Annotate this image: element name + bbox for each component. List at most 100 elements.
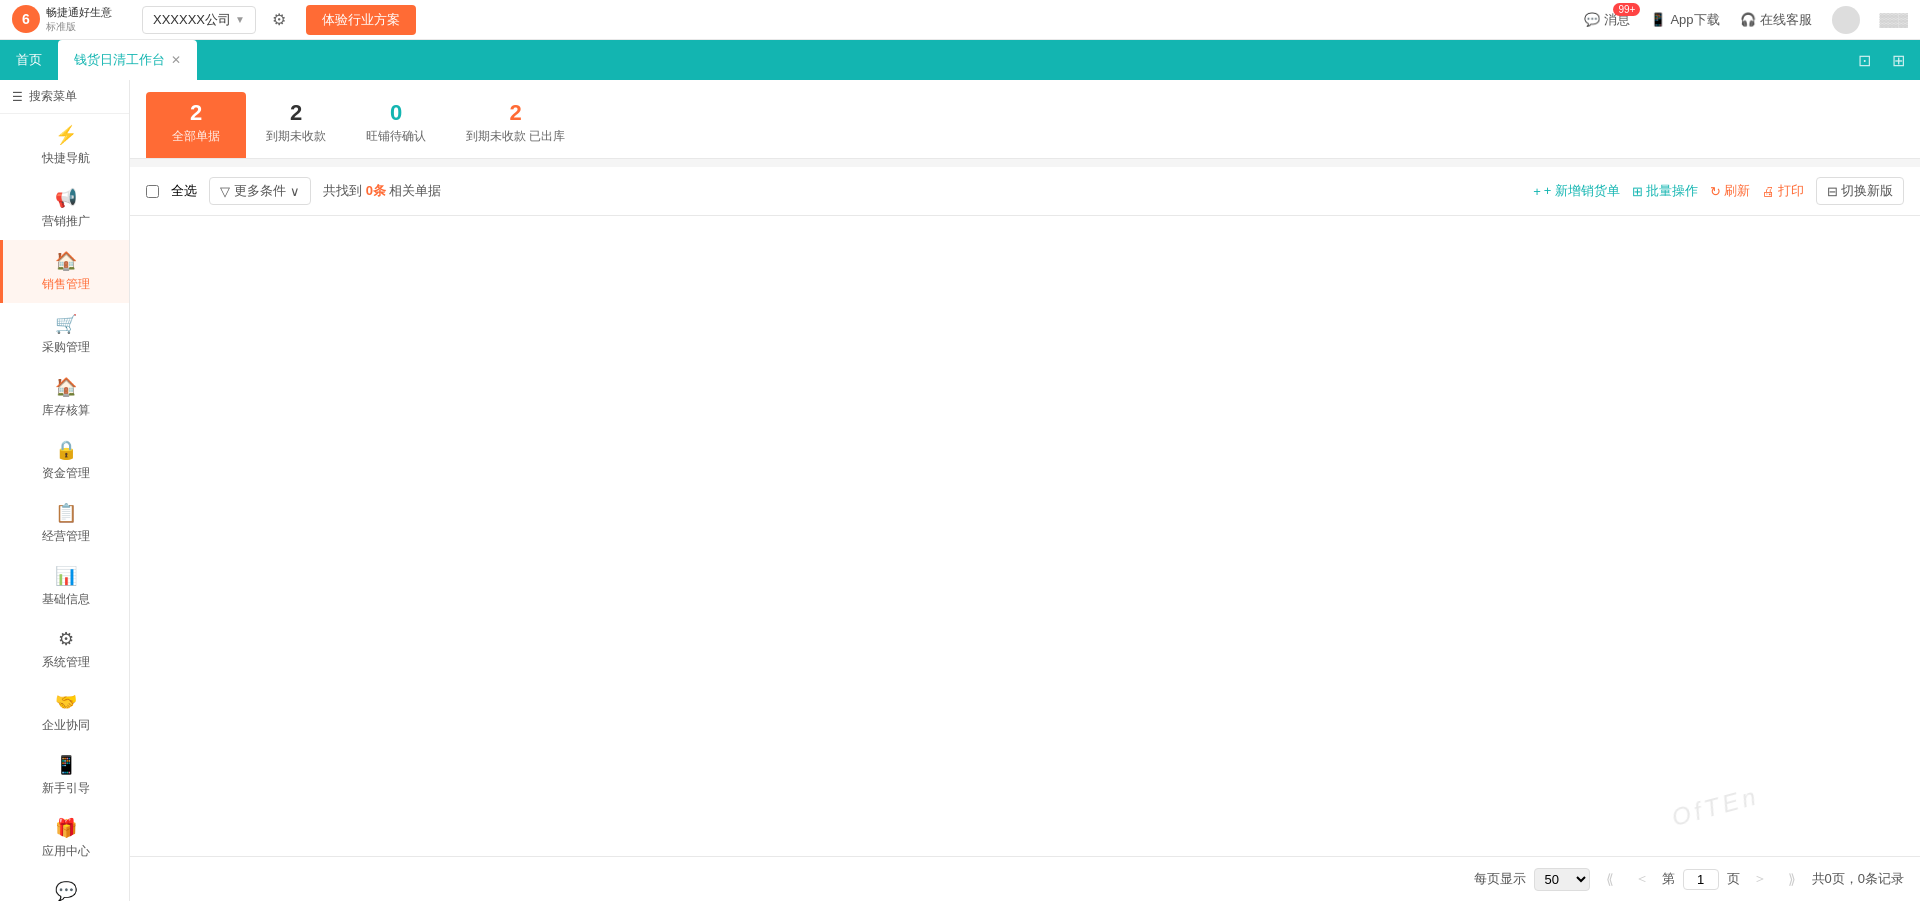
page-number-input[interactable]: [1683, 869, 1719, 890]
tab-bar: 首页 钱货日清工作台 ✕ ⊡ ⊞: [0, 40, 1920, 80]
per-page-select[interactable]: 50 20 100: [1534, 868, 1590, 891]
batch-icon: ⊞: [1632, 184, 1643, 199]
stat-tab-outstock[interactable]: 2 到期未收款 已出库: [446, 92, 585, 158]
sidebar-item-operation[interactable]: 📋 经营管理: [0, 492, 129, 555]
add-sales-order-btn[interactable]: + + 新增销货单: [1533, 182, 1620, 200]
print-icon: 🖨: [1762, 184, 1775, 199]
last-page-btn[interactable]: ⟫: [1780, 867, 1804, 891]
tab-home[interactable]: 首页: [0, 40, 58, 80]
stat-num-outstock: 2: [510, 100, 522, 126]
print-label: 打印: [1778, 182, 1804, 200]
stat-label-outstock: 到期未收款 已出库: [466, 128, 565, 145]
sidebar-item-inventory[interactable]: 🏠 库存核算: [0, 366, 129, 429]
filter-icon: ▽: [220, 184, 230, 199]
sidebar-quick-nav-label: 快捷导航: [42, 150, 90, 167]
tab-workbench[interactable]: 钱货日清工作台 ✕: [58, 40, 197, 80]
message-icon: 💬: [1584, 12, 1600, 27]
sidebar-item-marketing[interactable]: 📢 营销推广: [0, 177, 129, 240]
tab-close-icon[interactable]: ✕: [171, 53, 181, 67]
settings-button[interactable]: ⚙: [264, 5, 294, 35]
message-btn[interactable]: 💬 消息 99+: [1584, 11, 1630, 29]
next-page-btn[interactable]: ＞: [1748, 867, 1772, 891]
gift-icon: 🎁: [55, 817, 77, 839]
switch-new-version-btn[interactable]: ⊟ 切换新版: [1816, 177, 1904, 205]
lightning-icon: ⚡: [55, 124, 77, 146]
stat-num-overdue: 2: [290, 100, 302, 126]
app-download-icon: 📱: [1650, 12, 1666, 27]
lock-icon: 🔒: [55, 439, 77, 461]
found-text: 共找到 0条 相关单据: [323, 182, 441, 200]
sidebar-item-enterprise[interactable]: 🤝 企业协同: [0, 681, 129, 744]
batch-operation-btn[interactable]: ⊞ 批量操作: [1632, 182, 1698, 200]
top-bar: 6 畅捷通好生意 标准版 XXXXXX公司 ▼ ⚙ 体验行业方案 💬 消息 99…: [0, 0, 1920, 40]
chevron-down-icon: ▼: [235, 14, 245, 25]
sidebar-item-app-center[interactable]: 🎁 应用中心: [0, 807, 129, 870]
warehouse-icon: 🏠: [55, 376, 77, 398]
pagination: 每页显示 50 20 100 ⟪ ＜ 第 页 ＞ ⟫ 共0页，0条记录: [130, 856, 1920, 901]
sidebar-item-search[interactable]: ☰ 搜索菜单: [0, 80, 129, 114]
tab-workbench-label: 钱货日清工作台: [74, 51, 165, 69]
user-name[interactable]: ▓▓▓: [1880, 12, 1908, 27]
sidebar-item-guide[interactable]: 📱 新手引导: [0, 744, 129, 807]
app-download-btn[interactable]: 📱 App下载: [1650, 11, 1719, 29]
logo-tag: 标准版: [46, 20, 112, 34]
found-suffix: 相关单据: [389, 183, 441, 198]
gear-icon: ⚙: [58, 628, 74, 650]
switch-icon: ⊟: [1827, 184, 1838, 199]
add-label: + 新增销货单: [1544, 182, 1620, 200]
stat-label-all: 全部单据: [172, 128, 220, 145]
table-icon: 📊: [55, 565, 77, 587]
logo-text-area: 畅捷通好生意 标准版: [46, 5, 112, 33]
toolbar-right: + + 新增销货单 ⊞ 批量操作 ↻ 刷新 🖨 打印 ⊟ 切换新版: [1533, 177, 1904, 205]
sidebar-item-basic-info[interactable]: 📊 基础信息: [0, 555, 129, 618]
sidebar-item-sales[interactable]: 🏠 销售管理: [0, 240, 129, 303]
prev-page-btn[interactable]: ＜: [1630, 867, 1654, 891]
logo-text: 畅捷通好生意: [46, 5, 112, 19]
toolbar: 全选 ▽ 更多条件 ∨ 共找到 0条 相关单据 + + 新增销货单 ⊞ 批量操作: [130, 167, 1920, 216]
page-suffix-label: 页: [1727, 870, 1740, 888]
filter-btn[interactable]: ▽ 更多条件 ∨: [209, 177, 311, 205]
sidebar-item-finance[interactable]: 🔒 资金管理: [0, 429, 129, 492]
avatar[interactable]: [1832, 6, 1860, 34]
sidebar-item-system[interactable]: ⚙ 系统管理: [0, 618, 129, 681]
select-all-checkbox[interactable]: [146, 185, 159, 198]
sidebar-item-quick-nav[interactable]: ⚡ 快捷导航: [0, 114, 129, 177]
refresh-icon: ↻: [1710, 184, 1721, 199]
tab-maximize-btn[interactable]: ⊞: [1886, 48, 1910, 72]
table-area: [130, 216, 1920, 856]
experience-btn[interactable]: 体验行业方案: [306, 5, 416, 35]
refresh-btn[interactable]: ↻ 刷新: [1710, 182, 1750, 200]
sidebar-finance-label: 资金管理: [42, 465, 90, 482]
online-service-btn[interactable]: 🎧 在线客服: [1740, 11, 1812, 29]
sidebar-system-label: 系统管理: [42, 654, 90, 671]
sidebar-search-label: 搜索菜单: [29, 88, 77, 105]
sidebar-item-enterprise-wechat[interactable]: 💬 企业微信: [0, 870, 129, 901]
stat-tab-pending[interactable]: 0 旺铺待确认: [346, 92, 446, 158]
found-prefix: 共找到: [323, 183, 362, 198]
print-btn[interactable]: 🖨 打印: [1762, 182, 1804, 200]
sidebar: ☰ 搜索菜单 ⚡ 快捷导航 📢 营销推广 🏠 销售管理 🛒 采购管理 🏠 库存核…: [0, 80, 130, 901]
sidebar-item-purchase[interactable]: 🛒 采购管理: [0, 303, 129, 366]
found-count: 0条: [366, 183, 386, 198]
logo-icon: 6: [12, 5, 40, 33]
house-icon: 🏠: [55, 250, 77, 272]
sidebar-operation-label: 经营管理: [42, 528, 90, 545]
switch-label: 切换新版: [1841, 182, 1893, 200]
sidebar-marketing-label: 营销推广: [42, 213, 90, 230]
main-layout: ☰ 搜索菜单 ⚡ 快捷导航 📢 营销推广 🏠 销售管理 🛒 采购管理 🏠 库存核…: [0, 80, 1920, 901]
content-area: 2 全部单据 2 到期未收款 0 旺铺待确认 2 到期未收款 已出库 全选 ▽ …: [130, 80, 1920, 901]
headset-icon: 🎧: [1740, 12, 1756, 27]
company-selector[interactable]: XXXXXX公司 ▼: [142, 6, 256, 34]
page-prefix-label: 第: [1662, 870, 1675, 888]
stat-tab-all[interactable]: 2 全部单据: [146, 92, 246, 158]
per-page-label: 每页显示: [1474, 870, 1526, 888]
sidebar-sales-label: 销售管理: [42, 276, 90, 293]
sidebar-app-center-label: 应用中心: [42, 843, 90, 860]
batch-label: 批量操作: [1646, 182, 1698, 200]
refresh-label: 刷新: [1724, 182, 1750, 200]
sidebar-enterprise-label: 企业协同: [42, 717, 90, 734]
tab-minimize-btn[interactable]: ⊡: [1852, 48, 1876, 72]
first-page-btn[interactable]: ⟪: [1598, 867, 1622, 891]
sidebar-inventory-label: 库存核算: [42, 402, 90, 419]
stat-tab-overdue[interactable]: 2 到期未收款: [246, 92, 346, 158]
